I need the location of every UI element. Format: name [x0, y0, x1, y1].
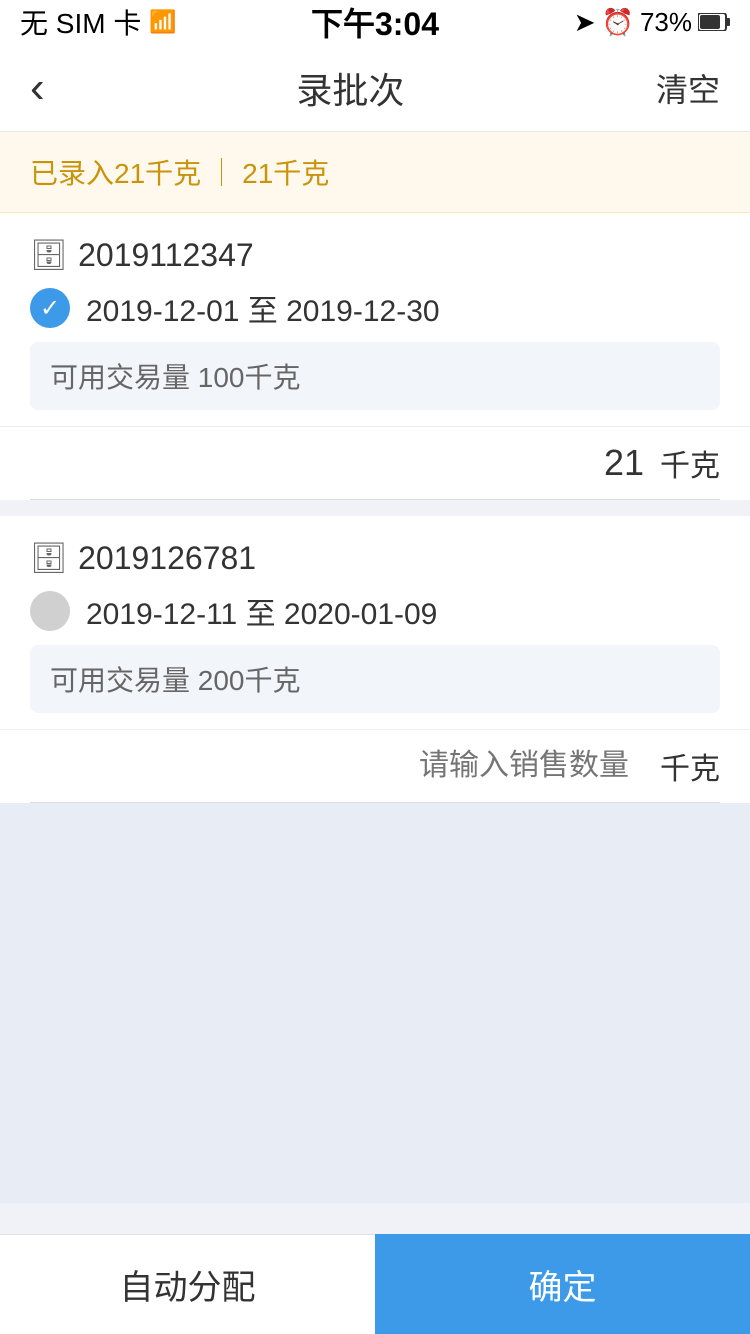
- qty-unit-2: 千克: [660, 744, 720, 788]
- sim-text: 无 SIM 卡: [20, 2, 141, 42]
- location-icon: ➤: [574, 7, 596, 38]
- qty-unit-1: 千克: [660, 441, 720, 485]
- status-right: ➤ ⏰ 73%: [574, 7, 730, 38]
- batch-doc-icon-2: 🗄: [30, 541, 68, 576]
- auto-distribute-button[interactable]: 自动分配: [0, 1234, 375, 1334]
- battery-icon: [698, 7, 730, 38]
- confirm-button[interactable]: 确定: [375, 1234, 750, 1334]
- check-icon-1: ✓: [40, 294, 60, 323]
- radio-button-2[interactable]: [30, 591, 70, 631]
- bottom-bar: 自动分配 确定: [0, 1234, 750, 1334]
- available-qty-text-2: 可用交易量 200千克: [50, 665, 301, 696]
- status-bar: 无 SIM 卡 📶 下午3:04 ➤ ⏰ 73%: [0, 0, 750, 44]
- nav-bar: ‹ 录批次 清空: [0, 44, 750, 132]
- banner-divider: [221, 158, 222, 186]
- battery-text: 73%: [640, 7, 692, 38]
- batch-item-2: 🗄 2019126781 2019-12-11 至 2020-01-09 可用交…: [0, 516, 750, 803]
- radio-button-1[interactable]: ✓: [30, 288, 70, 328]
- batch-id-1: 2019112347: [78, 237, 254, 274]
- batch-date-row-1[interactable]: ✓ 2019-12-01 至 2019-12-30: [0, 282, 750, 342]
- batch-item-1: 🗄 2019112347 ✓ 2019-12-01 至 2019-12-30 可…: [0, 213, 750, 500]
- available-qty-box-1: 可用交易量 100千克: [30, 342, 720, 410]
- batch-header-2: 🗄 2019126781: [0, 516, 750, 585]
- wifi-icon: 📶: [149, 9, 176, 35]
- batch-id-2: 2019126781: [78, 540, 256, 577]
- bottom-empty-area: [0, 803, 750, 1203]
- qty-row-2[interactable]: 千克: [0, 729, 750, 802]
- batch-date-2: 2019-12-11 至 2020-01-09: [86, 589, 437, 633]
- qty-input-2[interactable]: [258, 749, 644, 783]
- qty-row-1: 21 千克: [0, 426, 750, 499]
- available-qty-text-1: 可用交易量 100千克: [50, 362, 301, 393]
- back-button[interactable]: ‹: [30, 66, 45, 110]
- section-gap: [0, 500, 750, 516]
- qty-value-1: 21: [564, 442, 644, 484]
- batch-date-1: 2019-12-01 至 2019-12-30: [86, 286, 440, 330]
- clear-button[interactable]: 清空: [656, 65, 720, 111]
- info-banner: 已录入21千克 21千克: [0, 132, 750, 213]
- available-qty-box-2: 可用交易量 200千克: [30, 645, 720, 713]
- batch-header-1: 🗄 2019112347: [0, 213, 750, 282]
- batch-date-row-2[interactable]: 2019-12-11 至 2020-01-09: [0, 585, 750, 645]
- nav-title: 录批次: [296, 62, 404, 114]
- recorded-label: 已录入21千克: [30, 152, 201, 192]
- recorded-value: 21千克: [242, 152, 329, 192]
- status-left: 无 SIM 卡 📶: [20, 2, 177, 42]
- alarm-icon: ⏰: [602, 7, 634, 38]
- content-scroll: 已录入21千克 21千克 🗄 2019112347 ✓ 2019-12-01 至…: [0, 132, 750, 1303]
- batch-doc-icon-1: 🗄: [30, 238, 68, 273]
- status-time: 下午3:04: [311, 0, 439, 45]
